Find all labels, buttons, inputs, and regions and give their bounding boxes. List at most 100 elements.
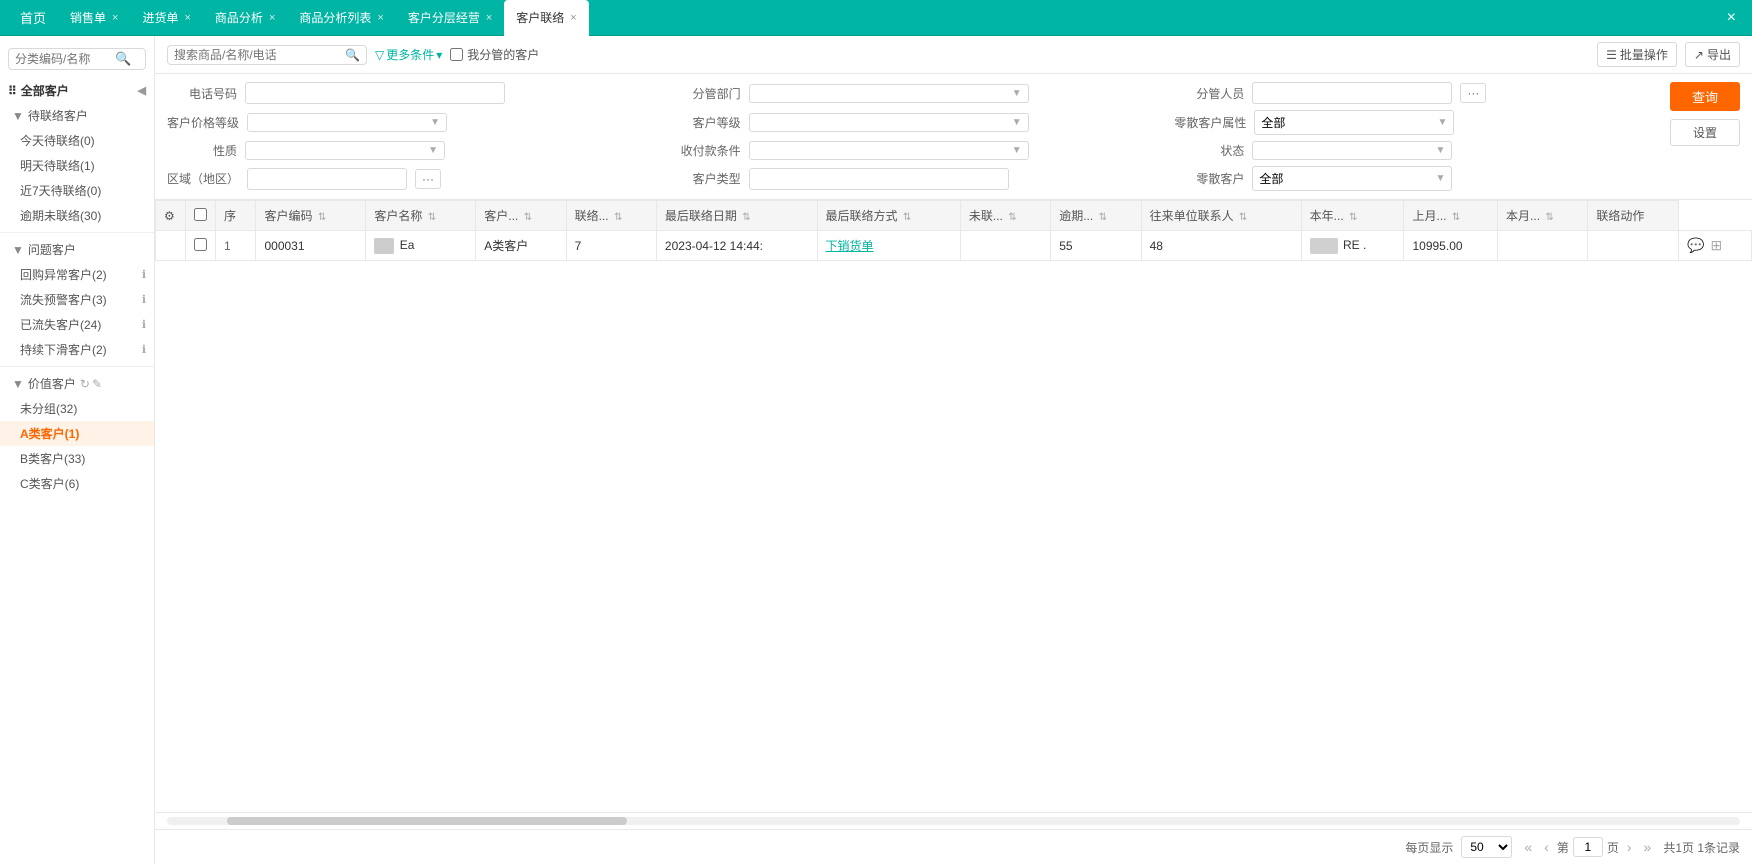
divider-2 — [0, 366, 154, 367]
retail-customer-select[interactable]: 全部 ▼ — [1252, 166, 1452, 191]
col-check[interactable] — [186, 201, 216, 231]
nav-tab-analysis[interactable]: 商品分析 × — [203, 0, 287, 36]
close-tab-sales[interactable]: × — [112, 12, 118, 24]
person-input[interactable] — [1252, 82, 1452, 104]
cell-contact-person: RE . — [1301, 231, 1404, 261]
col-this-year[interactable]: 本年... ⇅ — [1301, 201, 1404, 231]
h-scrollbar-track[interactable] — [167, 817, 1740, 825]
sidebar-item-class-b[interactable]: B类客户(33) — [0, 446, 154, 471]
close-tab-analysis[interactable]: × — [269, 12, 275, 24]
sidebar-item-unclassified[interactable]: 未分组(32) — [0, 396, 154, 421]
last-page-btn[interactable]: » — [1640, 837, 1656, 857]
close-tab-purchase[interactable]: × — [184, 12, 190, 24]
payment-arrow: ▼ — [1012, 145, 1022, 156]
close-tab-customer-contact[interactable]: × — [570, 12, 576, 24]
col-type[interactable]: 客户... ⇅ — [476, 201, 566, 231]
page-num-input[interactable] — [1573, 837, 1603, 857]
sidebar-item-today[interactable]: 今天待联络(0) — [0, 128, 154, 153]
close-all-tabs[interactable]: × — [1719, 9, 1744, 27]
col-overdue[interactable]: 逾期... ⇅ — [1051, 201, 1141, 231]
sidebar-item-class-a[interactable]: A类客户(1) — [0, 421, 154, 446]
price-level-select[interactable]: ▼ — [247, 113, 447, 132]
row-checkbox[interactable] — [194, 238, 207, 251]
sort-date-icon: ⇅ — [742, 212, 750, 223]
collapse-sidebar-btn[interactable]: ◀ — [138, 84, 146, 97]
sidebar-item-tomorrow[interactable]: 明天待联络(1) — [0, 153, 154, 178]
h-scrollbar-thumb[interactable] — [227, 817, 627, 825]
col-un-contact[interactable]: 未联... ⇅ — [960, 201, 1050, 231]
nav-tab-sales[interactable]: 销售单 × — [58, 0, 130, 36]
nav-tab-analysis-list[interactable]: 商品分析列表 × — [287, 0, 395, 36]
edit-group-icon[interactable]: ✎ — [92, 377, 102, 391]
search-input[interactable] — [174, 48, 345, 62]
sidebar-item-declining[interactable]: 持续下滑客户(2) ℹ — [0, 337, 154, 362]
nav-tab-customer-tier[interactable]: 客户分层经营 × — [396, 0, 504, 36]
nature-select[interactable]: ▼ — [245, 141, 445, 160]
close-tab-customer-tier[interactable]: × — [486, 12, 492, 24]
phone-input[interactable] — [245, 82, 505, 104]
col-last-date[interactable]: 最后联络日期 ⇅ — [656, 201, 817, 231]
sidebar-item-repurchase-anomaly[interactable]: 回购异常客户(2) ℹ — [0, 262, 154, 287]
cell-last-month — [1498, 231, 1588, 261]
my-customers-checkbox[interactable] — [450, 48, 463, 61]
col-contact-person[interactable]: 往来单位联系人 ⇅ — [1141, 201, 1301, 231]
col-last-month[interactable]: 上月... ⇅ — [1404, 201, 1498, 231]
content-area: 🔍 ▽ 更多条件 ▾ 我分管的客户 ☰ 批量操作 ↗ 导出 — [155, 36, 1752, 864]
batch-ops-btn[interactable]: ☰ 批量操作 — [1597, 42, 1677, 67]
col-contact-count[interactable]: 联络... ⇅ — [566, 201, 656, 231]
close-tab-analysis-list[interactable]: × — [377, 12, 383, 24]
my-customers-filter[interactable]: 我分管的客户 — [450, 46, 539, 63]
query-button[interactable]: 查询 — [1670, 82, 1740, 111]
region-more-btn[interactable]: ··· — [415, 169, 441, 189]
table-row: 1 000031 Ea A类客户 7 — [156, 231, 1752, 261]
sidebar-item-overdue[interactable]: 逾期未联络(30) — [0, 203, 154, 228]
all-customers-header[interactable]: ⠿ 全部客户 ◀ — [0, 78, 154, 103]
sort-contact-icon: ⇅ — [614, 212, 622, 223]
prev-page-btn[interactable]: ‹ — [1540, 837, 1553, 857]
next-page-btn[interactable]: › — [1623, 837, 1636, 857]
chat-action-icon[interactable]: 💬 — [1687, 237, 1704, 254]
last-method-link[interactable]: 下销货单 — [826, 239, 874, 253]
nav-home[interactable]: 首页 — [8, 8, 58, 27]
dept-select[interactable]: ▼ — [749, 84, 1029, 103]
qr-action-icon[interactable]: ⊞ — [1711, 237, 1723, 254]
sidebar-item-class-c[interactable]: C类客户(6) — [0, 471, 154, 496]
cell-overdue2: 48 — [1141, 231, 1301, 261]
group-pending-contact[interactable]: ▼ 待联络客户 — [0, 103, 154, 128]
check-all[interactable] — [194, 208, 207, 221]
col-this-month[interactable]: 本月... ⇅ — [1498, 201, 1588, 231]
nature-field: 性质 ▼ — [167, 141, 647, 160]
first-page-btn[interactable]: « — [1520, 837, 1536, 857]
per-page-select[interactable]: 50 100 200 — [1461, 836, 1512, 858]
nav-tab-purchase[interactable]: 进货单 × — [130, 0, 202, 36]
customer-type-input[interactable] — [749, 168, 1009, 190]
group-value-customers[interactable]: ▼ 价值客户 ↻ ✎ — [0, 371, 154, 396]
region-input[interactable] — [247, 168, 407, 190]
payment-select[interactable]: ▼ — [749, 141, 1029, 160]
retail-attr-select[interactable]: 全部 ▼ — [1254, 110, 1454, 135]
col-code[interactable]: 客户编码 ⇅ — [256, 201, 366, 231]
nav-tab-customer-contact[interactable]: 客户联络 × — [504, 0, 588, 36]
cell-check[interactable] — [186, 231, 216, 261]
search-box[interactable]: 🔍 — [167, 45, 367, 65]
col-last-method[interactable]: 最后联络方式 ⇅ — [817, 201, 960, 231]
person-more-btn[interactable]: ··· — [1460, 83, 1486, 103]
sidebar-item-churn-warning[interactable]: 流失预警客户(3) ℹ — [0, 287, 154, 312]
status-select[interactable]: ▼ — [1252, 141, 1452, 160]
sidebar-search-input[interactable] — [15, 52, 115, 66]
refresh-icon[interactable]: ↻ — [80, 377, 90, 391]
cell-last-date: 2023-04-12 14:44: — [656, 231, 817, 261]
group-problem-customers[interactable]: ▼ 问题客户 — [0, 237, 154, 262]
person-avatar — [1310, 238, 1338, 254]
col-gear[interactable]: ⚙ — [156, 201, 186, 231]
retail-customer-arrow: ▼ — [1435, 173, 1445, 184]
sidebar-item-7days[interactable]: 近7天待联络(0) — [0, 178, 154, 203]
setting-button[interactable]: 设置 — [1670, 119, 1740, 146]
cell-code: 000031 — [256, 231, 366, 261]
customer-level-select[interactable]: ▼ — [749, 113, 1029, 132]
sidebar-item-churned[interactable]: 已流失客户(24) ℹ — [0, 312, 154, 337]
col-name[interactable]: 客户名称 ⇅ — [366, 201, 476, 231]
export-btn[interactable]: ↗ 导出 — [1685, 42, 1740, 67]
sidebar-search-box[interactable]: 🔍 — [8, 48, 146, 70]
more-conditions-btn[interactable]: ▽ 更多条件 ▾ — [375, 46, 442, 63]
